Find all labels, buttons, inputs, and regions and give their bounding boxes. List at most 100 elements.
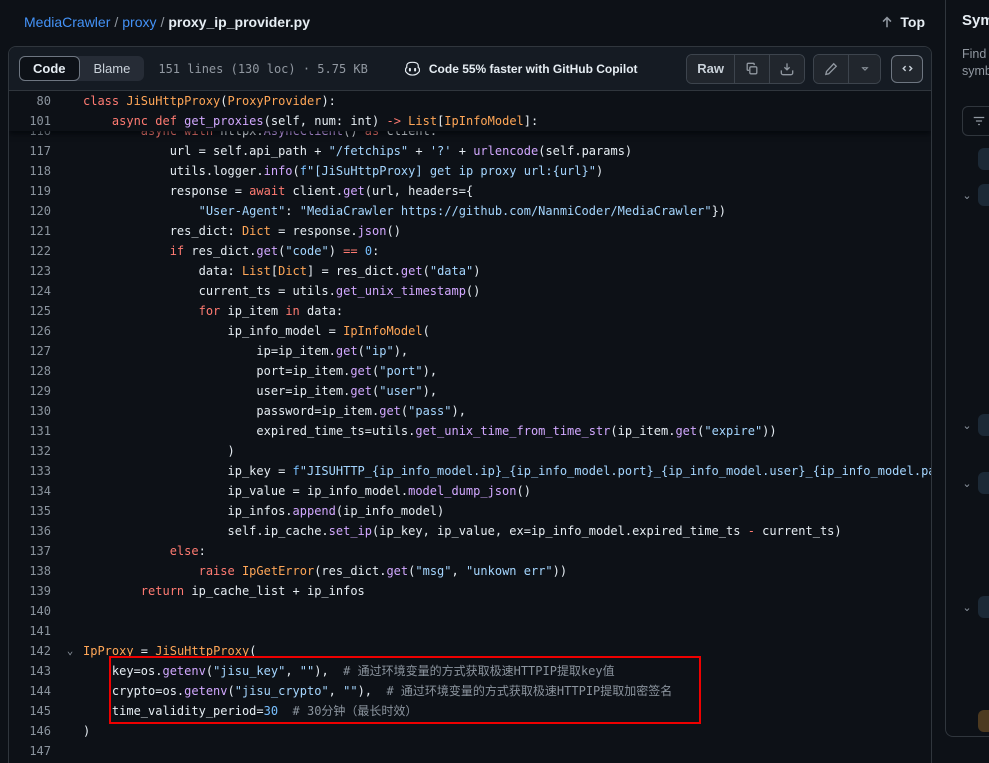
line-number[interactable]: 136: [9, 521, 57, 541]
line-number[interactable]: 144: [9, 681, 57, 701]
code-line: 142⌄IpProxy = JiSuHttpProxy(: [9, 641, 931, 661]
line-number[interactable]: 146: [9, 721, 57, 741]
chevron-down-icon: [860, 64, 870, 74]
chevron-down-icon[interactable]: ⌄: [956, 189, 978, 202]
chevron-slot: [57, 221, 83, 241]
code-line: 138 raise IpGetError(res_dict.get("msg",…: [9, 561, 931, 581]
symbol-item[interactable]: ⌄: [956, 472, 989, 494]
line-number[interactable]: 122: [9, 241, 57, 261]
chevron-slot: [57, 561, 83, 581]
line-number[interactable]: 133: [9, 461, 57, 481]
symbol-item[interactable]: ⌄: [956, 414, 989, 436]
code-line-text: else:: [83, 541, 206, 561]
line-number[interactable]: 126: [9, 321, 57, 341]
symbols-panel-toggle-button[interactable]: [891, 55, 923, 83]
line-number[interactable]: 121: [9, 221, 57, 241]
chevron-slot: [57, 361, 83, 381]
line-number[interactable]: 138: [9, 561, 57, 581]
line-number[interactable]: 127: [9, 341, 57, 361]
chevron-down-icon[interactable]: ⌄: [956, 477, 978, 490]
symbol-pill[interactable]: [978, 472, 989, 494]
line-number[interactable]: 137: [9, 541, 57, 561]
code-line: 120 "User-Agent": "MediaCrawler https://…: [9, 201, 931, 221]
symbol-pill[interactable]: [978, 148, 989, 170]
edit-button[interactable]: [814, 55, 848, 83]
line-number[interactable]: 147: [9, 741, 57, 761]
code-line-text: ip_infos.append(ip_info_model): [83, 501, 444, 521]
code-line-text: class JiSuHttpProxy(ProxyProvider):: [83, 91, 336, 111]
line-number[interactable]: 128: [9, 361, 57, 381]
chevron-slot: [57, 681, 83, 701]
symbol-pill[interactable]: [978, 596, 989, 618]
line-number[interactable]: 129: [9, 381, 57, 401]
code-line-text: for ip_item in data:: [83, 301, 343, 321]
symbol-pill[interactable]: [978, 184, 989, 206]
download-button[interactable]: [769, 55, 804, 83]
file-meta-info: 151 lines (130 loc) · 5.75 KB: [158, 62, 368, 76]
line-number[interactable]: 134: [9, 481, 57, 501]
copilot-banner[interactable]: Code 55% faster with GitHub Copilot: [404, 60, 638, 77]
line-number[interactable]: 118: [9, 161, 57, 181]
line-number[interactable]: 125: [9, 301, 57, 321]
line-number[interactable]: 130: [9, 401, 57, 421]
chevron-slot: [57, 741, 83, 761]
line-number[interactable]: 80: [9, 91, 57, 111]
code-lines: 116 async with httpx.AsyncClient() as cl…: [9, 121, 931, 761]
code-line: 134 ip_value = ip_info_model.model_dump_…: [9, 481, 931, 501]
line-number[interactable]: 145: [9, 701, 57, 721]
code-blame-switch: Code Blame: [19, 56, 144, 81]
line-number[interactable]: 120: [9, 201, 57, 221]
breadcrumb-folder-link[interactable]: proxy: [122, 14, 156, 30]
back-to-top-link[interactable]: Top: [880, 14, 925, 30]
line-number[interactable]: 141: [9, 621, 57, 641]
code-line: 140: [9, 601, 931, 621]
line-number[interactable]: 132: [9, 441, 57, 461]
chevron-slot: [57, 461, 83, 481]
line-number[interactable]: 135: [9, 501, 57, 521]
chevron-slot: [57, 521, 83, 541]
code-line-text: data: List[Dict] = res_dict.get("data"): [83, 261, 480, 281]
line-number[interactable]: 139: [9, 581, 57, 601]
line-number[interactable]: 117: [9, 141, 57, 161]
line-number[interactable]: 119: [9, 181, 57, 201]
code-line-text: ip_value = ip_info_model.model_dump_json…: [83, 481, 531, 501]
tab-blame[interactable]: Blame: [80, 56, 145, 81]
chevron-down-icon[interactable]: ⌄: [956, 419, 978, 432]
raw-button[interactable]: Raw: [687, 55, 734, 83]
symbols-filter-input[interactable]: [962, 106, 989, 136]
line-number[interactable]: 131: [9, 421, 57, 441]
breadcrumb-separator: /: [114, 14, 118, 30]
line-number[interactable]: 142: [9, 641, 57, 661]
line-number[interactable]: 124: [9, 281, 57, 301]
symbol-pill[interactable]: [978, 414, 989, 436]
symbol-item[interactable]: ⌄: [956, 184, 989, 206]
code-line: 129 user=ip_item.get("user"),: [9, 381, 931, 401]
code-line: 119 response = await client.get(url, hea…: [9, 181, 931, 201]
top-link-label: Top: [900, 14, 925, 30]
line-number[interactable]: 140: [9, 601, 57, 621]
code-line: 146): [9, 721, 931, 741]
code-line: 123 data: List[Dict] = res_dict.get("dat…: [9, 261, 931, 281]
tab-code[interactable]: Code: [19, 56, 80, 81]
code-line-text: async def get_proxies(self, num: int) ->…: [83, 111, 538, 131]
symbol-item[interactable]: ⌄: [956, 596, 989, 618]
code-line: 126 ip_info_model = IpInfoModel(: [9, 321, 931, 341]
symbol-pill[interactable]: [978, 710, 989, 732]
line-number[interactable]: 101: [9, 111, 57, 131]
line-number[interactable]: 143: [9, 661, 57, 681]
breadcrumb-repo-link[interactable]: MediaCrawler: [24, 14, 110, 30]
chevron-slot: [57, 501, 83, 521]
collapse-chevron-icon[interactable]: ⌄: [57, 641, 83, 661]
arrow-up-icon: [880, 15, 894, 29]
copy-button[interactable]: [734, 55, 769, 83]
chevron-slot: [57, 161, 83, 181]
symbol-item[interactable]: [956, 710, 989, 732]
code-line-text: ip_key = f"JISUHTTP_{ip_info_model.ip}_{…: [83, 461, 931, 481]
symbol-item[interactable]: [956, 148, 989, 170]
line-number[interactable]: 123: [9, 261, 57, 281]
chevron-down-icon[interactable]: ⌄: [956, 601, 978, 614]
code-line-text: ip_info_model = IpInfoModel(: [83, 321, 430, 341]
code-line-text: port=ip_item.get("port"),: [83, 361, 437, 381]
edit-dropdown-button[interactable]: [848, 55, 880, 83]
code-line: 135 ip_infos.append(ip_info_model): [9, 501, 931, 521]
